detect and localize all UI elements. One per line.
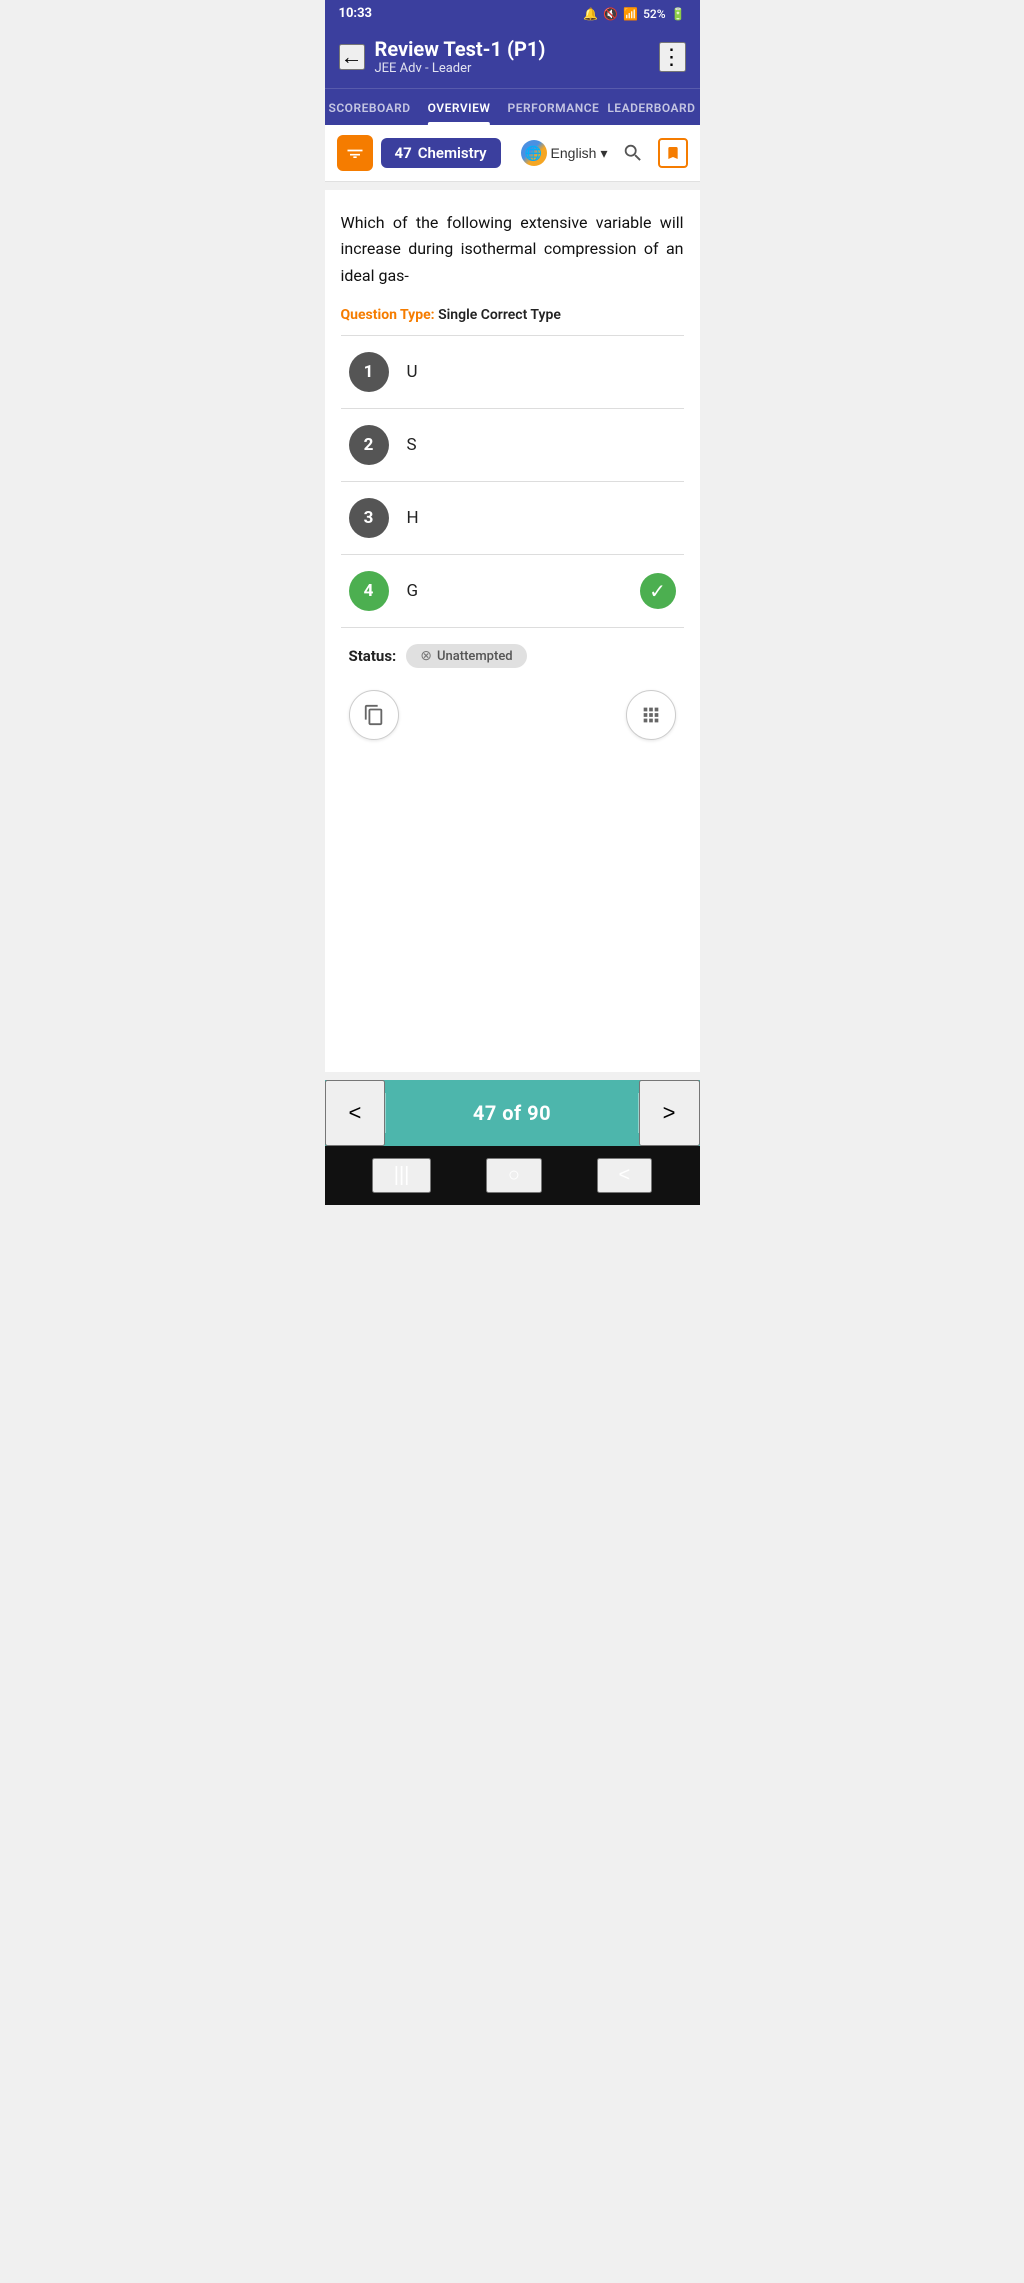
bookmark-icon <box>665 144 681 162</box>
status-time: 10:33 <box>339 6 373 21</box>
filter-left: 47 Chemistry <box>337 135 501 171</box>
subject-name: Chemistry <box>418 144 487 162</box>
globe-icon: 🌐 <box>521 140 547 166</box>
option-text-2: S <box>407 435 676 455</box>
filter-right: 🌐 English ▾ <box>521 138 688 168</box>
prev-question-button[interactable]: < <box>325 1080 386 1146</box>
recent-apps-button[interactable]: ||| <box>372 1158 432 1193</box>
search-button[interactable] <box>618 138 648 168</box>
chevron-down-icon: ▾ <box>600 145 607 162</box>
header-title-block: Review Test-1 (P1) JEE Adv - Leader <box>375 37 649 76</box>
tab-overview[interactable]: OVERVIEW <box>415 89 504 125</box>
alarm-icon: 🔔 <box>583 7 598 21</box>
option-circle-1: 1 <box>349 352 389 392</box>
question-type-value: Single Correct Type <box>438 307 561 323</box>
page-title: Review Test-1 (P1) <box>375 37 649 61</box>
mute-icon: 🔇 <box>603 7 618 21</box>
status-label: Status: <box>349 647 397 665</box>
status-value: Unattempted <box>437 649 513 664</box>
system-back-button[interactable]: < <box>597 1158 653 1193</box>
status-row: Status: ⊗ Unattempted <box>341 628 684 680</box>
question-card: Which of the following extensive variabl… <box>325 190 700 1072</box>
language-button[interactable]: 🌐 English ▾ <box>521 140 608 166</box>
search-icon <box>622 142 644 164</box>
status-bar: 10:33 🔔 🔇 📶 52% 🔋 <box>325 0 700 27</box>
question-type-row: Question Type: Single Correct Type <box>341 307 684 323</box>
option-circle-3: 3 <box>349 498 389 538</box>
next-question-button[interactable]: > <box>639 1080 700 1146</box>
filter-icon <box>345 143 365 163</box>
tab-leaderboard[interactable]: LEADERBOARD <box>603 89 699 125</box>
more-options-button[interactable]: ⋮ <box>659 42 686 72</box>
correct-answer-icon: ✓ <box>640 573 676 609</box>
battery-icon: 🔋 <box>671 7 686 21</box>
wifi-icon: 📶 <box>623 7 638 21</box>
question-text: Which of the following extensive variabl… <box>341 210 684 289</box>
question-number: 47 <box>395 144 412 162</box>
filter-button[interactable] <box>337 135 373 171</box>
grid-icon <box>640 704 662 726</box>
option-row-1[interactable]: 1 U <box>341 336 684 409</box>
option-text-3: H <box>407 508 676 528</box>
option-text-1: U <box>407 362 676 382</box>
option-row-4[interactable]: 4 G ✓ <box>341 555 684 628</box>
filter-bar: 47 Chemistry 🌐 English ▾ <box>325 125 700 182</box>
option-text-4: G <box>407 581 640 601</box>
grid-button[interactable] <box>626 690 676 740</box>
tab-scoreboard[interactable]: SCOREBOARD <box>325 89 415 125</box>
tab-bar: SCOREBOARD OVERVIEW PERFORMANCE LEADERBO… <box>325 88 700 125</box>
unattempted-icon: ⊗ <box>420 648 432 664</box>
question-counter: 47 of 90 <box>386 1101 637 1125</box>
option-row-3[interactable]: 3 H <box>341 482 684 555</box>
home-button[interactable]: ○ <box>486 1158 542 1193</box>
copy-icon <box>363 704 385 726</box>
question-type-label: Question Type: <box>341 307 435 323</box>
system-nav: ||| ○ < <box>325 1146 700 1205</box>
app-header: ← Review Test-1 (P1) JEE Adv - Leader ⋮ <box>325 27 700 88</box>
copy-button[interactable] <box>349 690 399 740</box>
back-button[interactable]: ← <box>339 44 365 70</box>
tab-performance[interactable]: PERFORMANCE <box>504 89 604 125</box>
option-row-2[interactable]: 2 S <box>341 409 684 482</box>
option-circle-4: 4 <box>349 571 389 611</box>
status-icons: 🔔 🔇 📶 52% 🔋 <box>583 7 685 21</box>
subject-badge: 47 Chemistry <box>381 138 501 168</box>
option-circle-2: 2 <box>349 425 389 465</box>
bookmark-button[interactable] <box>658 138 688 168</box>
bottom-nav: < 47 of 90 > <box>325 1080 700 1146</box>
language-label: English <box>551 145 597 161</box>
status-badge: ⊗ Unattempted <box>406 644 526 668</box>
content-spacer <box>341 756 684 1056</box>
page-subtitle: JEE Adv - Leader <box>375 61 649 76</box>
action-row <box>341 680 684 756</box>
battery-text: 52% <box>643 7 665 21</box>
